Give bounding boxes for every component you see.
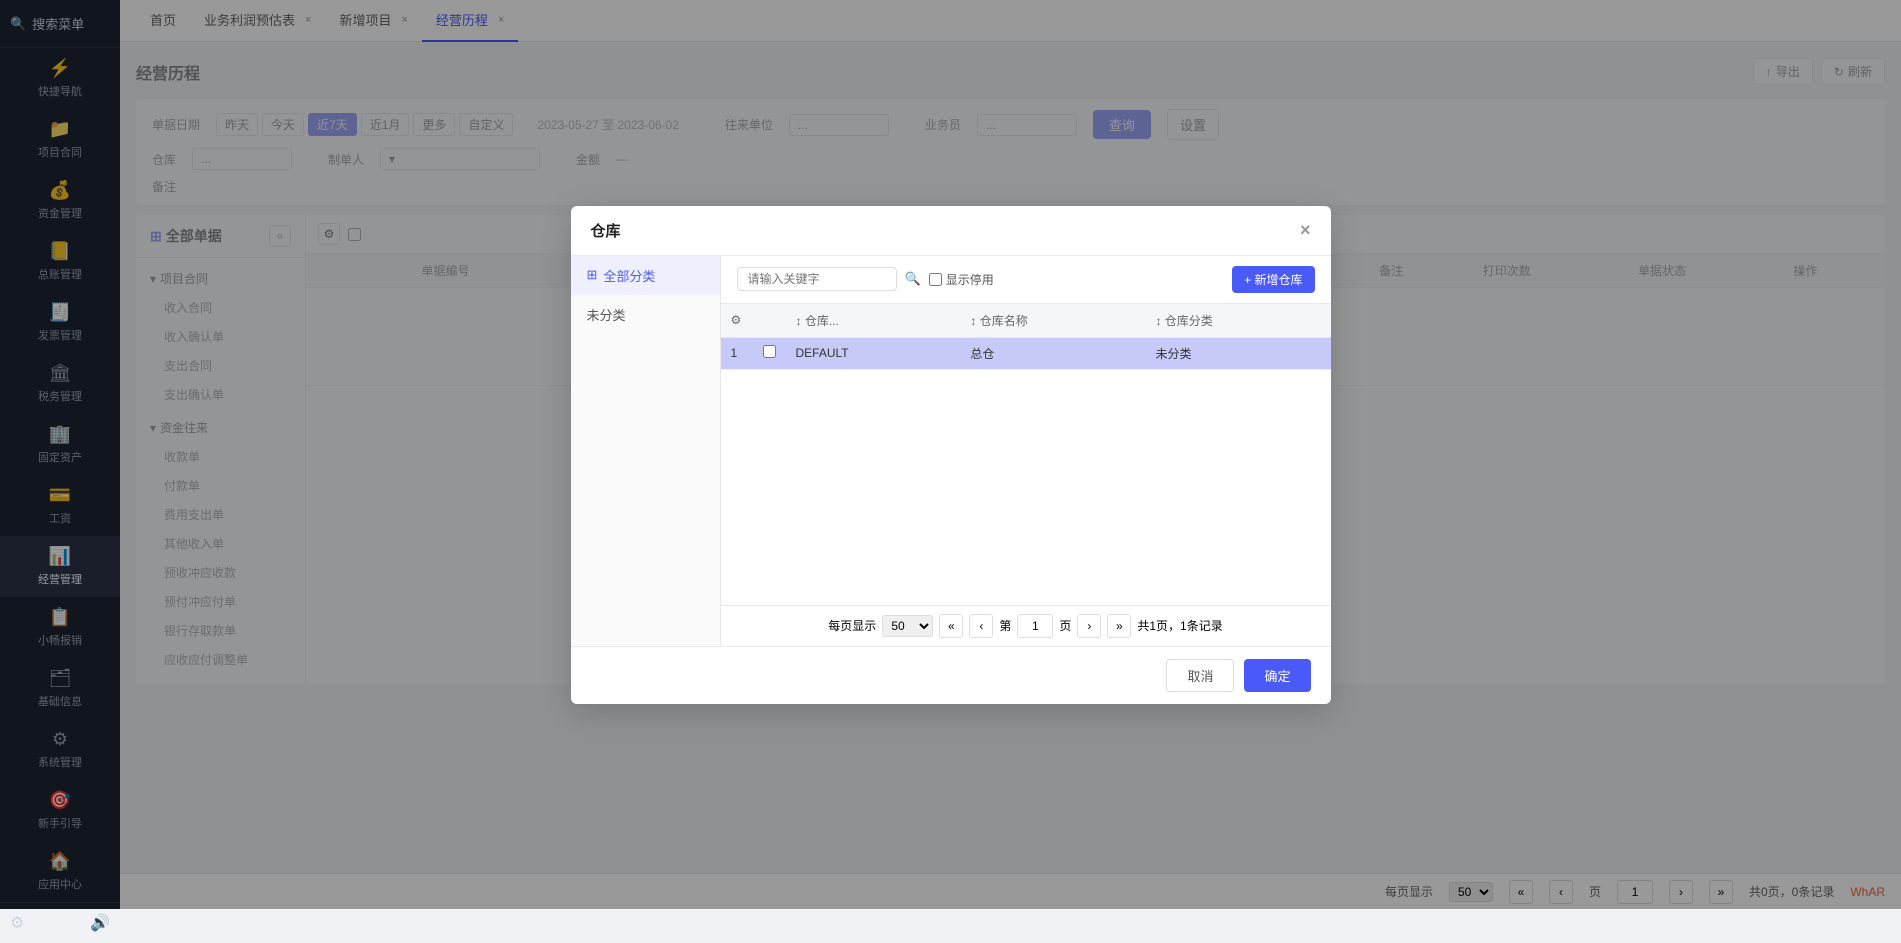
prev-page-button[interactable]: ‹ xyxy=(969,614,993,638)
modal-sidebar: ⊞ 全部分类 未分类 xyxy=(571,256,721,646)
modal-title: 仓库 xyxy=(591,220,621,241)
modal-td-checkbox xyxy=(753,337,786,369)
modal-th-category[interactable]: ↕ 仓库分类 xyxy=(1145,304,1330,338)
modal-td-name: 总仓 xyxy=(960,337,1145,369)
confirm-button[interactable]: 确定 xyxy=(1244,659,1310,692)
last-page-button[interactable]: » xyxy=(1107,614,1131,638)
modal-search-input[interactable] xyxy=(737,267,897,291)
add-warehouse-button[interactable]: + 新增仓库 xyxy=(1232,266,1314,293)
modal-header: 仓库 × xyxy=(571,206,1331,256)
modal-td-category: 未分类 xyxy=(1145,337,1330,369)
table-row[interactable]: 1 DEFAULT 总仓 未分类 xyxy=(721,337,1331,369)
modal-sidebar-all[interactable]: ⊞ 全部分类 xyxy=(571,256,720,295)
page-label: 第 xyxy=(999,617,1011,634)
modal-td-settings: 1 xyxy=(721,337,753,369)
modal-body: ⊞ 全部分类 未分类 🔍 显示停用 + 新增仓库 xyxy=(571,256,1331,646)
settings-bottom-icon[interactable]: ⚙ xyxy=(10,913,24,933)
next-page-button[interactable]: › xyxy=(1077,614,1101,638)
modal-search-icon[interactable]: 🔍 xyxy=(905,271,921,287)
modal-table-container: ⚙ ↕ 仓库... ↕ 仓库名称 ↕ 仓库分类 xyxy=(721,304,1331,605)
modal-th-name[interactable]: ↕ 仓库名称 xyxy=(960,304,1145,338)
modal-td-code: DEFAULT xyxy=(786,337,961,369)
modal-close-button[interactable]: × xyxy=(1300,220,1311,241)
show-disabled-checkbox[interactable] xyxy=(929,273,942,286)
modal-th-settings: ⚙ xyxy=(721,304,753,338)
warehouse-modal: 仓库 × ⊞ 全部分类 未分类 🔍 显示停用 xyxy=(571,206,1331,704)
page-input[interactable] xyxy=(1017,614,1053,638)
row-checkbox[interactable] xyxy=(763,345,776,358)
modal-search-area: 🔍 显示停用 xyxy=(737,267,994,291)
modal-sidebar-uncategorized[interactable]: 未分类 xyxy=(571,295,720,334)
modal-toolbar: 🔍 显示停用 + 新增仓库 xyxy=(721,256,1331,304)
grid-icon-modal: ⊞ xyxy=(587,267,598,283)
modal-th-code[interactable]: ↕ 仓库... xyxy=(786,304,961,338)
modal-pagination: 每页显示 50 10 20 100 « ‹ 第 页 › » 共1页，1条记录 xyxy=(721,605,1331,646)
show-disabled-label: 显示停用 xyxy=(929,271,994,288)
modal-footer: 取消 确定 xyxy=(571,646,1331,704)
first-page-button[interactable]: « xyxy=(939,614,963,638)
per-page-select[interactable]: 50 10 20 100 xyxy=(882,615,933,637)
page-suffix: 页 xyxy=(1059,617,1071,634)
modal-th-checkbox xyxy=(753,304,786,338)
per-page-label: 每页显示 xyxy=(828,617,876,634)
cancel-button[interactable]: 取消 xyxy=(1166,659,1234,692)
volume-icon[interactable]: 🔊 xyxy=(90,913,110,933)
total-info: 共1页，1条记录 xyxy=(1137,617,1222,634)
modal-table: ⚙ ↕ 仓库... ↕ 仓库名称 ↕ 仓库分类 xyxy=(721,304,1331,370)
modal-main: 🔍 显示停用 + 新增仓库 ⚙ ↕ 仓库... xyxy=(721,256,1331,646)
